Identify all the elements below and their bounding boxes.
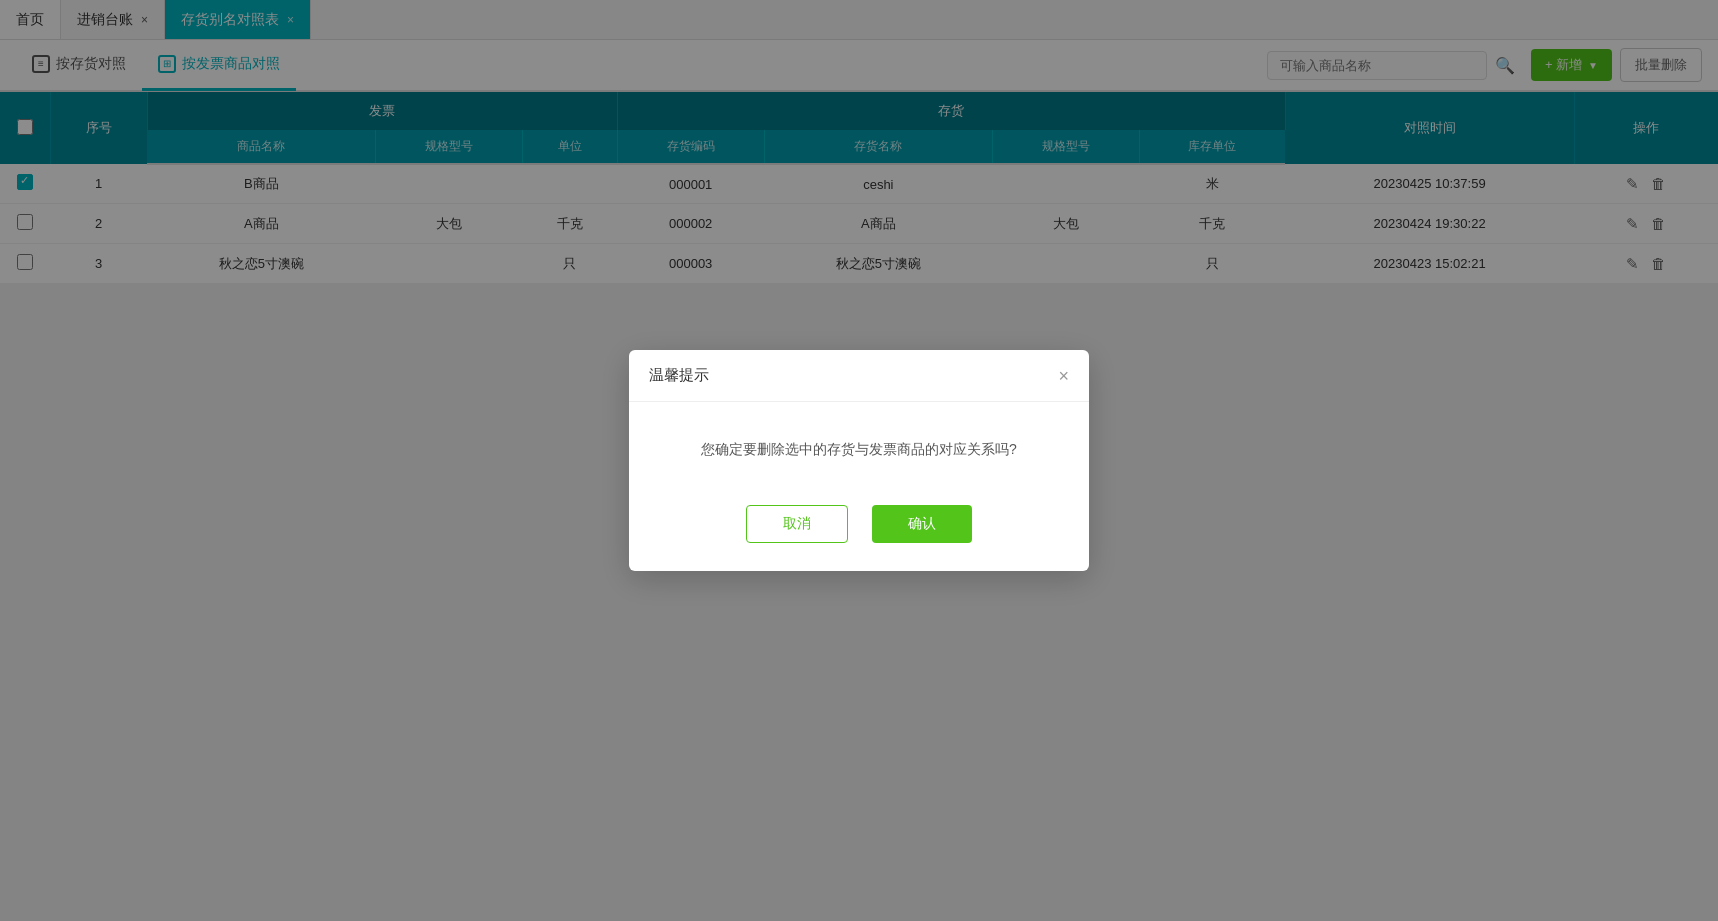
overlay: 温馨提示 × 您确定要删除选中的存货与发票商品的对应关系吗? 取消 确认: [0, 0, 1718, 284]
